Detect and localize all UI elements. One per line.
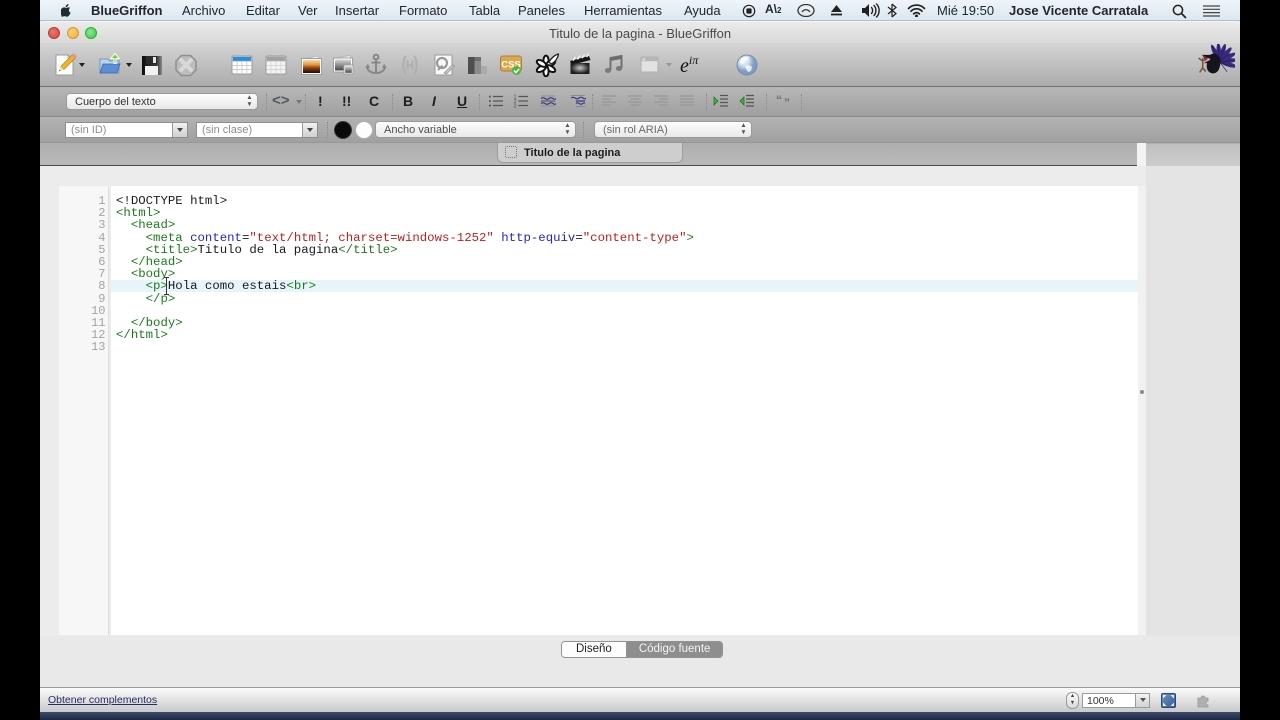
svg-text:3: 3	[514, 104, 517, 110]
